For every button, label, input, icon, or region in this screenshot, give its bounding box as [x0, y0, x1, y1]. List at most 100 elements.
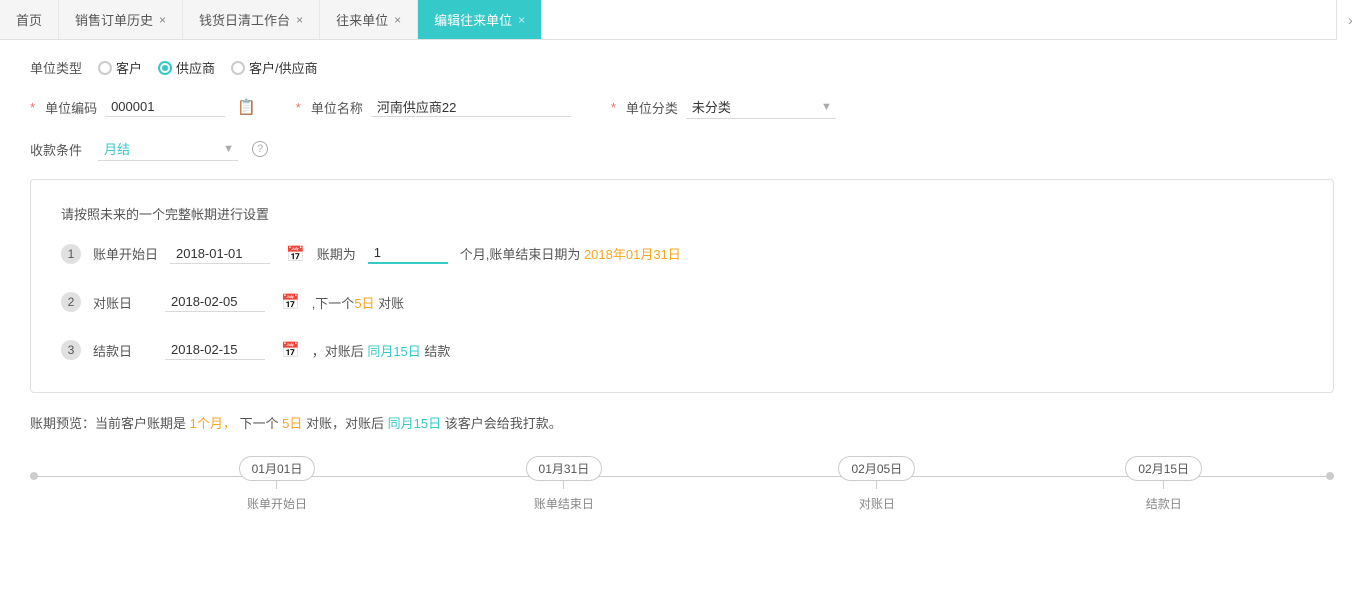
period-label-2: 对账日	[93, 293, 153, 312]
period-date-input-1[interactable]	[170, 244, 270, 264]
timeline-dot-start	[30, 472, 38, 480]
tab-sales-history[interactable]: 销售订单历史 ×	[59, 0, 183, 39]
timeline-pill-4: 02月15日	[1125, 456, 1202, 481]
timeline-pill-1: 01月01日	[239, 456, 316, 481]
unit-code-label: 单位编码	[45, 98, 97, 117]
timeline-pill-2: 01月31日	[526, 456, 603, 481]
tab-scroll-arrow[interactable]: ›	[1336, 0, 1364, 40]
radio-circle-both	[231, 61, 245, 75]
radio-group-unit-type: 客户 供应商 客户/供应商	[98, 58, 318, 77]
preview-middle-1: 下一个	[240, 416, 279, 431]
preview-middle-2: 对账，对账后	[306, 416, 384, 431]
timeline-tick-4	[1163, 481, 1164, 489]
close-icon[interactable]: ×	[296, 13, 303, 27]
required-star: *	[296, 100, 301, 115]
close-icon[interactable]: ×	[159, 13, 166, 27]
preview-highlight-2: 5日	[282, 416, 302, 431]
period-desc-after-1: 个月,账单结束日期为 2018年01月31日	[460, 244, 681, 263]
radio-both[interactable]: 客户/供应商	[231, 58, 318, 77]
timeline-label-4: 结款日	[1146, 495, 1182, 512]
payment-terms-value: 月结	[104, 139, 130, 158]
unit-name-input[interactable]	[371, 97, 571, 117]
copy-icon[interactable]: 📋	[237, 98, 256, 116]
period-label-3: 结款日	[93, 341, 153, 360]
timeline-point-3: 02月05日 对账日	[838, 456, 915, 512]
unit-category-value: 未分类	[692, 97, 731, 116]
period-date-input-3[interactable]	[165, 340, 265, 360]
period-date-input-2[interactable]	[165, 292, 265, 312]
required-star: *	[30, 100, 35, 115]
period-num-1: 1	[61, 244, 81, 264]
period-label-1: 账单开始日	[93, 244, 158, 263]
timeline-label-1: 账单开始日	[247, 495, 307, 512]
unit-name-label: 单位名称	[311, 98, 363, 117]
payment-terms-group: 收款条件 月结 ▼ ?	[30, 137, 268, 161]
unit-type-label: 单位类型	[30, 58, 82, 77]
timeline-dot-end	[1326, 472, 1334, 480]
radio-label-both: 客户/供应商	[249, 58, 318, 77]
timeline-tick-3	[876, 481, 877, 489]
close-icon[interactable]: ×	[518, 13, 525, 27]
unit-type-row: 单位类型 客户 供应商 客户/供应商	[30, 58, 1334, 77]
unit-info-row: * 单位编码 📋 * 单位名称 * 单位分类 未分类 ▼	[30, 95, 1334, 119]
tab-counterparty[interactable]: 往来单位 ×	[320, 0, 418, 39]
unit-category-label: 单位分类	[626, 98, 678, 117]
calendar-icon-2[interactable]: 📅	[281, 293, 300, 311]
payment-day-highlight: 同月15日	[367, 344, 420, 359]
radio-label-supplier: 供应商	[176, 58, 215, 77]
radio-label-customer: 客户	[116, 58, 142, 77]
timeline-point-2: 01月31日 账单结束日	[526, 456, 603, 512]
period-row-3: 3 结款日 📅 ，对账后 同月15日 结款	[61, 340, 1303, 360]
tab-cashier-workbench[interactable]: 钱货日清工作台 ×	[183, 0, 320, 39]
period-desc-3: ，对账后 同月15日 结款	[312, 341, 451, 360]
period-desc-before-1: 账期为	[317, 244, 356, 263]
tabs-bar: 首页 销售订单历史 × 钱货日清工作台 × 往来单位 × 编辑往来单位 × ›	[0, 0, 1364, 40]
preview-suffix: 该客户会给我打款。	[445, 416, 562, 431]
preview-text: 账期预览：当前客户账期是 1个月， 下一个 5日 对账，对账后 同月15日 该客…	[30, 413, 1334, 432]
unit-name-group: * 单位名称	[296, 97, 571, 117]
payment-terms-row: 收款条件 月结 ▼ ?	[30, 137, 1334, 161]
timeline-label-2: 账单结束日	[534, 495, 594, 512]
close-icon[interactable]: ×	[394, 13, 401, 27]
radio-supplier[interactable]: 供应商	[158, 58, 215, 77]
period-row-1: 1 账单开始日 📅 账期为 个月,账单结束日期为 2018年01月31日	[61, 243, 1303, 264]
unit-type-group: 单位类型 客户 供应商 客户/供应商	[30, 58, 318, 77]
tab-edit-counterparty[interactable]: 编辑往来单位 ×	[418, 0, 542, 39]
period-num-3: 3	[61, 340, 81, 360]
period-settings-card: 请按照未来的一个完整帐期进行设置 1 账单开始日 📅 账期为 个月,账单结束日期…	[30, 179, 1334, 393]
unit-category-select[interactable]: 未分类 ▼	[686, 95, 836, 119]
preview-prefix: 账期预览：当前客户账期是	[30, 416, 186, 431]
help-icon[interactable]: ?	[252, 141, 268, 157]
radio-circle-supplier	[158, 61, 172, 75]
timeline-label-3: 对账日	[859, 495, 895, 512]
main-content: 单位类型 客户 供应商 客户/供应商 * 单位编码	[0, 40, 1364, 608]
payment-terms-select[interactable]: 月结 ▼	[98, 137, 238, 161]
period-months-input[interactable]	[368, 243, 448, 264]
timeline-pill-3: 02月05日	[838, 456, 915, 481]
period-num-2: 2	[61, 292, 81, 312]
chevron-down-icon: ▼	[821, 101, 832, 113]
timeline-point-1: 01月01日 账单开始日	[239, 456, 316, 512]
card-title: 请按照未来的一个完整帐期进行设置	[61, 204, 1303, 223]
tab-home[interactable]: 首页	[0, 0, 59, 39]
radio-circle-customer	[98, 61, 112, 75]
period-end-date-highlight: 2018年01月31日	[584, 247, 681, 262]
unit-category-group: * 单位分类 未分类 ▼	[611, 95, 836, 119]
reconcile-day-highlight: 5日	[354, 296, 374, 311]
payment-terms-label: 收款条件	[30, 140, 82, 159]
period-row-2: 2 对账日 📅 ,下一个5日 对账	[61, 292, 1303, 312]
radio-customer[interactable]: 客户	[98, 58, 142, 77]
timeline-tick-2	[563, 481, 564, 489]
calendar-icon-1[interactable]: 📅	[286, 245, 305, 263]
timeline-tick-1	[276, 481, 277, 489]
preview-highlight-3: 同月15日	[388, 416, 441, 431]
timeline: 01月01日 账单开始日 01月31日 账单结束日 02月05日 对账日 02月…	[30, 456, 1334, 546]
period-desc-2: ,下一个5日 对账	[312, 293, 404, 312]
unit-code-input[interactable]	[105, 97, 225, 117]
preview-highlight-1: 1个月，	[190, 416, 236, 431]
required-star: *	[611, 100, 616, 115]
unit-code-group: * 单位编码 📋	[30, 97, 256, 117]
chevron-down-icon: ▼	[223, 143, 234, 155]
timeline-point-4: 02月15日 结款日	[1125, 456, 1202, 512]
calendar-icon-3[interactable]: 📅	[281, 341, 300, 359]
